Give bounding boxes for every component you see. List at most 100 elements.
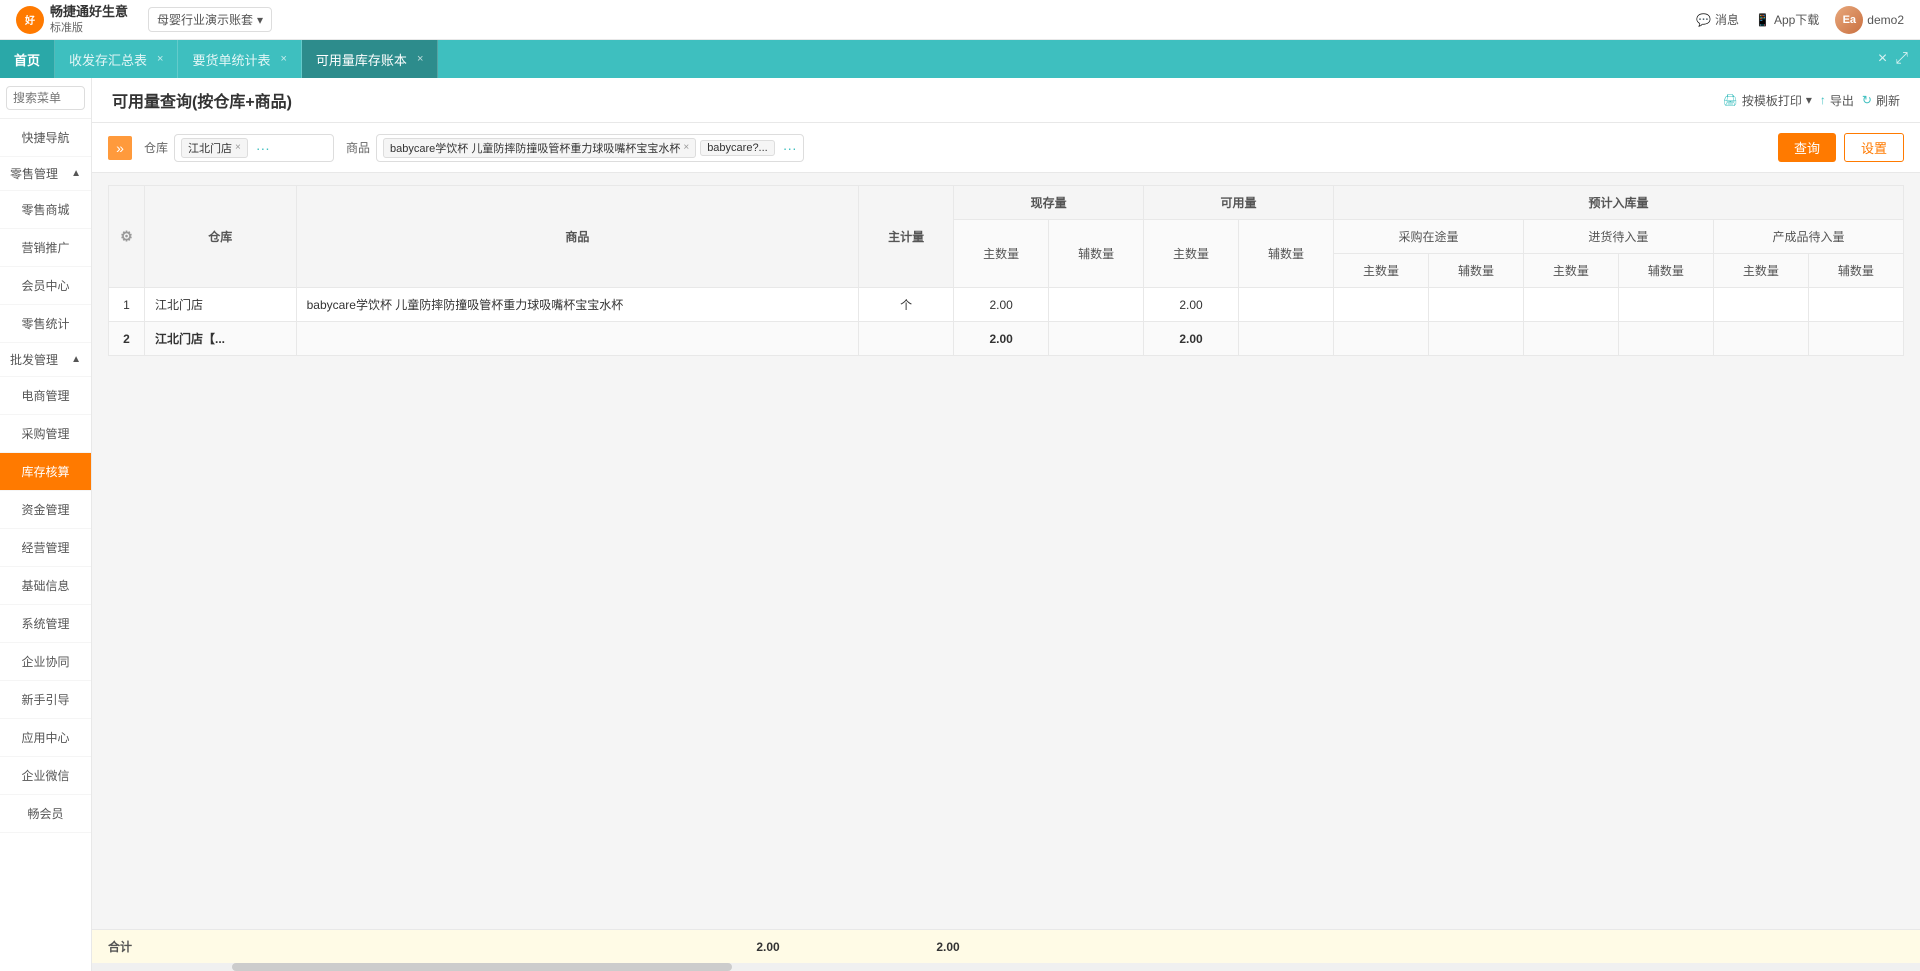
avail-aux-header: 辅数量 xyxy=(1239,220,1334,288)
sidebar-item-zero-mall[interactable]: 零售商城 xyxy=(0,191,91,229)
row2-index: 2 xyxy=(109,322,145,356)
username-label: demo2 xyxy=(1867,13,1904,27)
sidebar-item-batch-mgmt[interactable]: 批发管理 ▲ xyxy=(0,343,91,377)
product-more-icon[interactable]: ··· xyxy=(783,140,797,156)
top-bar-right: 💬 消息 📱 App下载 Ea demo2 xyxy=(1696,6,1904,34)
brand-sub: 标准版 xyxy=(50,21,128,35)
message-btn[interactable]: 💬 消息 xyxy=(1696,11,1739,28)
zero-mgmt-label: 零售管理 xyxy=(10,165,58,182)
tab-bar-end: × ⤢ xyxy=(1866,40,1920,78)
sidebar-item-app-center[interactable]: 应用中心 xyxy=(0,719,91,757)
refresh-btn[interactable]: ↻ 刷新 xyxy=(1862,92,1900,109)
filter-bar: » 仓库 江北门店 × ··· 商品 babycare学饮杯 儿童防摔防撞吸管杯… xyxy=(92,123,1920,173)
export-btn[interactable]: ↑ 导出 xyxy=(1820,92,1854,109)
sidebar-item-finance[interactable]: 资金管理 xyxy=(0,491,91,529)
warehouse-tag-remove[interactable]: × xyxy=(235,142,241,153)
available-tab-close[interactable]: × xyxy=(417,53,423,65)
app-download-btn[interactable]: 📱 App下载 xyxy=(1755,11,1819,28)
tab-bar: 首页 收发存汇总表 × 要货单统计表 × 可用量库存账本 × × ⤢ xyxy=(0,40,1920,78)
newbie-label: 新手引导 xyxy=(21,693,69,707)
footer-stock-main: 2.00 xyxy=(718,940,818,954)
user-menu[interactable]: Ea demo2 xyxy=(1835,6,1904,34)
sidebar-item-system[interactable]: 系统管理 xyxy=(0,605,91,643)
main-layout: 快捷导航 零售管理 ▲ 零售商城 营销推广 会员中心 零售统计 批发管理 ▲ 电… xyxy=(0,78,1920,971)
row1-in-aux xyxy=(1618,288,1713,322)
product-tag2-text: babycare?... xyxy=(707,142,768,154)
order-tab-close[interactable]: × xyxy=(280,53,286,65)
print-icon: 🖨 xyxy=(1723,93,1738,107)
product-tag1-remove[interactable]: × xyxy=(683,142,689,153)
tab-expand-icon[interactable]: ⤢ xyxy=(1895,50,1908,68)
row1-product: babycare学饮杯 儿童防摔防撞吸管杯重力球吸嘴杯宝宝水杯 xyxy=(296,288,859,322)
chevron-up-icon: ▲ xyxy=(71,168,81,179)
page-header: 可用量查询(按仓库+商品) 🖨 按模板打印 ▾ ↑ 导出 ↻ 刷新 xyxy=(92,78,1920,123)
search-input[interactable] xyxy=(6,86,85,110)
purchase-transit-header: 采购在途量 xyxy=(1334,220,1524,254)
filter-actions: 查询 设置 xyxy=(1778,133,1904,162)
app-center-label: 应用中心 xyxy=(21,731,69,745)
warehouse-filter-label: 仓库 xyxy=(144,139,168,156)
sidebar-item-member[interactable]: 会员中心 xyxy=(0,267,91,305)
available-tab-label: 可用量库存账本 xyxy=(316,50,407,69)
row1-prod-aux xyxy=(1808,288,1903,322)
sidebar-item-quick-nav[interactable]: 快捷导航 xyxy=(0,119,91,157)
filter-expand-btn[interactable]: » xyxy=(108,136,132,160)
download-icon: 📱 xyxy=(1755,13,1770,27)
basic-label: 基础信息 xyxy=(21,579,69,593)
scrollbar-thumb[interactable] xyxy=(232,963,732,971)
industry-label: 母婴行业演示账套 xyxy=(157,11,253,28)
product-filter-input[interactable]: babycare学饮杯 儿童防摔防撞吸管杯重力球吸嘴杯宝宝水杯 × babyca… xyxy=(376,134,804,162)
inbound-pending-header: 进货待入量 xyxy=(1523,220,1713,254)
row1-unit: 个 xyxy=(859,288,954,322)
sidebar-item-purchase[interactable]: 采购管理 xyxy=(0,415,91,453)
gear-icon[interactable]: ⚙ xyxy=(120,228,133,244)
table-container[interactable]: ⚙ 仓库 商品 主计量 现存量 可用量 预计入库量 主数量 辅数量 主数量 辅数… xyxy=(92,173,1920,929)
product-tag1-text: babycare学饮杯 儿童防摔防撞吸管杯重力球吸嘴杯宝宝水杯 xyxy=(390,140,680,156)
warehouse-filter-input[interactable]: 江北门店 × ··· xyxy=(174,134,334,162)
inventory-label: 库存核算 xyxy=(21,465,69,479)
avatar: Ea xyxy=(1835,6,1863,34)
tab-available[interactable]: 可用量库存账本 × xyxy=(302,40,438,78)
setting-button[interactable]: 设置 xyxy=(1844,133,1904,162)
tab-order[interactable]: 要货单统计表 × xyxy=(178,40,301,78)
sidebar-item-wechat[interactable]: 企业微信 xyxy=(0,757,91,795)
tab-close-all-icon[interactable]: × xyxy=(1878,50,1887,68)
home-tab-label: 首页 xyxy=(14,50,40,69)
tab-receive[interactable]: 收发存汇总表 × xyxy=(55,40,178,78)
query-button[interactable]: 查询 xyxy=(1778,133,1836,162)
production-pending-header: 产成品待入量 xyxy=(1713,220,1903,254)
refresh-label: 刷新 xyxy=(1876,92,1900,109)
prod-aux-header: 辅数量 xyxy=(1808,254,1903,288)
current-stock-col-header: 现存量 xyxy=(954,186,1144,220)
sidebar-item-inventory[interactable]: 库存核算 xyxy=(0,453,91,491)
print-label: 按模板打印 xyxy=(1742,92,1802,109)
print-btn[interactable]: 🖨 按模板打印 ▾ xyxy=(1723,92,1812,109)
industry-selector[interactable]: 母婴行业演示账套 ▾ xyxy=(148,7,272,32)
sidebar-item-ecommerce[interactable]: 电商管理 xyxy=(0,377,91,415)
zero-stat-label: 零售统计 xyxy=(21,317,69,331)
system-label: 系统管理 xyxy=(21,617,69,631)
sidebar-item-basic[interactable]: 基础信息 xyxy=(0,567,91,605)
sidebar-item-enterprise[interactable]: 企业协同 xyxy=(0,643,91,681)
sidebar-item-zero-mgmt[interactable]: 零售管理 ▲ xyxy=(0,157,91,191)
row2-stock-aux xyxy=(1049,322,1144,356)
sidebar-item-newbie[interactable]: 新手引导 xyxy=(0,681,91,719)
receive-tab-label: 收发存汇总表 xyxy=(69,50,147,69)
sidebar-item-vip[interactable]: 畅会员 xyxy=(0,795,91,833)
warehouse-more-icon[interactable]: ··· xyxy=(256,140,270,156)
row2-avail-aux xyxy=(1239,322,1334,356)
receive-tab-close[interactable]: × xyxy=(157,53,163,65)
sidebar-item-mkt[interactable]: 营销推广 xyxy=(0,229,91,267)
pur-main-header: 主数量 xyxy=(1334,254,1429,288)
available-col-header: 可用量 xyxy=(1144,186,1334,220)
horizontal-scrollbar[interactable] xyxy=(92,963,1920,971)
tab-home[interactable]: 首页 xyxy=(0,40,55,78)
sidebar-item-operation[interactable]: 经营管理 xyxy=(0,529,91,567)
sidebar-item-zero-stat[interactable]: 零售统计 xyxy=(0,305,91,343)
operation-label: 经营管理 xyxy=(21,541,69,555)
vip-label: 畅会员 xyxy=(27,807,63,821)
settings-col-header: ⚙ xyxy=(109,186,145,288)
row2-product xyxy=(296,322,859,356)
stock-aux-header: 辅数量 xyxy=(1049,220,1144,288)
order-tab-label: 要货单统计表 xyxy=(192,50,270,69)
